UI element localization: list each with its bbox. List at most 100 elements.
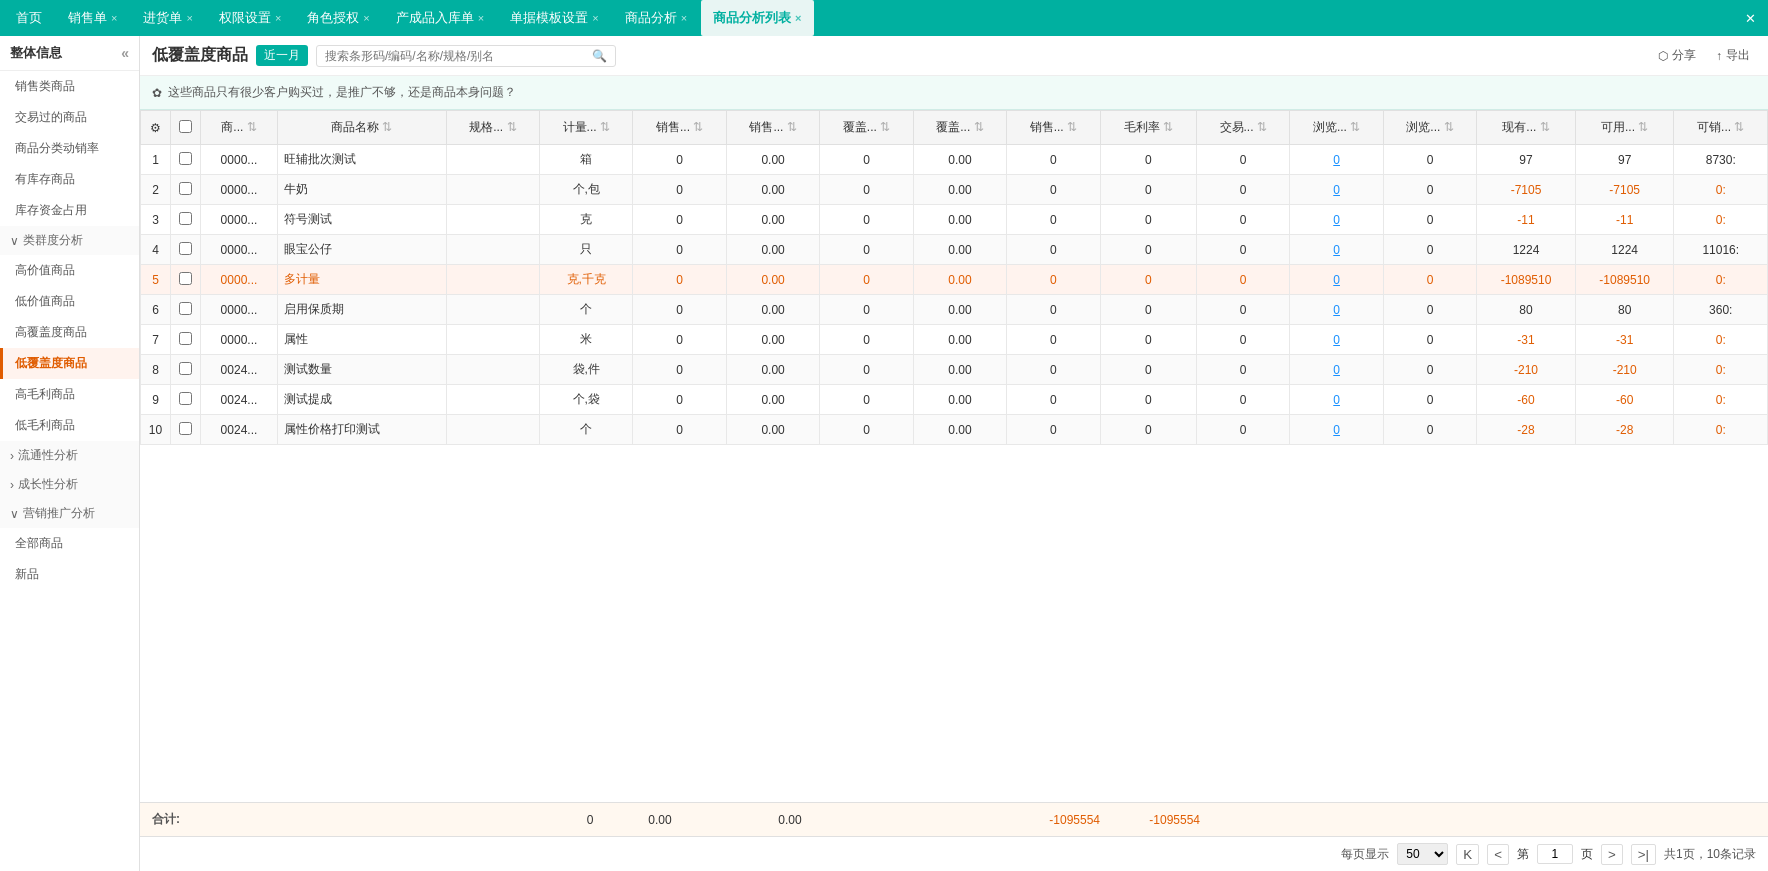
nav-goods-analysis-list[interactable]: 商品分析列表 × (701, 0, 813, 36)
sidebar-item-stocked-goods[interactable]: 有库存商品 (0, 164, 139, 195)
nav-goods-analysis-close[interactable]: × (681, 12, 687, 24)
row-checkbox[interactable] (171, 265, 201, 295)
sidebar-item-high-coverage[interactable]: 高覆盖度商品 (0, 317, 139, 348)
sidebar-item-low-margin[interactable]: 低毛利商品 (0, 410, 139, 441)
row-sales-qty: 0 (633, 355, 726, 385)
row-browse1[interactable]: 0 (1290, 385, 1383, 415)
top-nav: 首页 销售单 × 进货单 × 权限设置 × 角色授权 × 产成品入库单 × 单据… (0, 0, 1768, 36)
nav-roles-close[interactable]: × (363, 12, 369, 24)
sidebar-collapse-btn[interactable]: « (121, 45, 129, 61)
sidebar-item-sales-goods[interactable]: 销售类商品 (0, 71, 139, 102)
nav-production-close[interactable]: × (478, 12, 484, 24)
col-cov2[interactable]: 覆盖... ⇅ (913, 111, 1006, 145)
col-name[interactable]: 商品名称 ⇅ (277, 111, 446, 145)
sidebar-item-category-rate[interactable]: 商品分类动销率 (0, 133, 139, 164)
row-trade: 0 (1197, 235, 1290, 265)
table-container[interactable]: ⚙ 商... ⇅ 商品名称 ⇅ 规格... ⇅ 计量... ⇅ 销售... ⇅ … (140, 110, 1768, 802)
sidebar-section-cluster[interactable]: ∨ 类群度分析 (0, 226, 139, 255)
row-checkbox[interactable] (171, 295, 201, 325)
last-page-btn[interactable]: >| (1631, 844, 1656, 865)
row-browse1[interactable]: 0 (1290, 175, 1383, 205)
page-size-select[interactable]: 50 20 100 (1397, 843, 1448, 865)
row-trade: 0 (1197, 145, 1290, 175)
sidebar-item-all-goods[interactable]: 全部商品 (0, 528, 139, 559)
nav-home[interactable]: 首页 (4, 0, 54, 36)
close-all-tabs[interactable]: ✕ (1737, 11, 1764, 26)
col-browse1[interactable]: 浏览... ⇅ (1290, 111, 1383, 145)
col-sales-qty[interactable]: 销售... ⇅ (633, 111, 726, 145)
nav-goods-analysis[interactable]: 商品分析 × (613, 0, 699, 36)
row-checkbox[interactable] (171, 205, 201, 235)
nav-permissions-close[interactable]: × (275, 12, 281, 24)
prev-page-btn[interactable]: < (1487, 844, 1509, 865)
col-sales-amt[interactable]: 销售... ⇅ (726, 111, 819, 145)
sidebar-item-high-margin[interactable]: 高毛利商品 (0, 379, 139, 410)
row-checkbox[interactable] (171, 325, 201, 355)
row-checkbox[interactable] (171, 385, 201, 415)
nav-template[interactable]: 单据模板设置 × (498, 0, 610, 36)
row-browse1[interactable]: 0 (1290, 295, 1383, 325)
nav-purchase-close[interactable]: × (186, 12, 192, 24)
table-row: 4 0000... 眼宝公仔 只 0 0.00 0 0.00 0 0 0 0 0… (141, 235, 1768, 265)
sidebar-item-low-value[interactable]: 低价值商品 (0, 286, 139, 317)
row-checkbox[interactable] (171, 355, 201, 385)
col-browse2[interactable]: 浏览... ⇅ (1383, 111, 1476, 145)
row-browse1[interactable]: 0 (1290, 235, 1383, 265)
sidebar-item-traded-goods[interactable]: 交易过的商品 (0, 102, 139, 133)
row-checkbox[interactable] (171, 145, 201, 175)
row-no: 10 (141, 415, 171, 445)
nav-template-close[interactable]: × (592, 12, 598, 24)
col-settings[interactable]: ⚙ (141, 111, 171, 145)
nav-production[interactable]: 产成品入库单 × (384, 0, 496, 36)
row-checkbox[interactable] (171, 175, 201, 205)
col-current-stock[interactable]: 现有... ⇅ (1477, 111, 1576, 145)
export-btn[interactable]: ↑ 导出 (1710, 44, 1756, 67)
first-page-btn[interactable]: K (1456, 844, 1479, 865)
sidebar-item-high-value[interactable]: 高价值商品 (0, 255, 139, 286)
time-filter-btn[interactable]: 近一月 (256, 45, 308, 66)
sidebar-item-stock-capital[interactable]: 库存资金占用 (0, 195, 139, 226)
sidebar-section-circulation[interactable]: › 流通性分析 (0, 441, 139, 470)
row-checkbox[interactable] (171, 235, 201, 265)
nav-permissions[interactable]: 权限设置 × (207, 0, 293, 36)
nav-sales[interactable]: 销售单 × (56, 0, 129, 36)
col-sellable[interactable]: 可销... ⇅ (1674, 111, 1768, 145)
col-code[interactable]: 商... ⇅ (201, 111, 278, 145)
table-row: 6 0000... 启用保质期 个 0 0.00 0 0.00 0 0 0 0 … (141, 295, 1768, 325)
nav-goods-list-close[interactable]: × (795, 12, 801, 24)
col-checkbox[interactable] (171, 111, 201, 145)
col-spec[interactable]: 规格... ⇅ (446, 111, 539, 145)
row-browse1[interactable]: 0 (1290, 265, 1383, 295)
next-page-btn[interactable]: > (1601, 844, 1623, 865)
search-icon[interactable]: 🔍 (592, 49, 607, 63)
sidebar-section-marketing[interactable]: ∨ 营销推广分析 (0, 499, 139, 528)
row-sales-qty: 0 (633, 175, 726, 205)
row-browse1[interactable]: 0 (1290, 205, 1383, 235)
nav-purchase[interactable]: 进货单 × (131, 0, 204, 36)
select-all-checkbox[interactable] (179, 120, 192, 133)
col-trade[interactable]: 交易... ⇅ (1197, 111, 1290, 145)
sidebar-section-growth[interactable]: › 成长性分析 (0, 470, 139, 499)
row-sales-amt: 0.00 (726, 175, 819, 205)
sidebar-item-low-coverage[interactable]: 低覆盖度商品 (0, 348, 139, 379)
col-margin[interactable]: 毛利率 ⇅ (1100, 111, 1197, 145)
row-browse1[interactable]: 0 (1290, 415, 1383, 445)
col-cov1[interactable]: 覆盖... ⇅ (820, 111, 913, 145)
col-unit[interactable]: 计量... ⇅ (540, 111, 633, 145)
sidebar-item-new-goods[interactable]: 新品 (0, 559, 139, 590)
row-spec (446, 145, 539, 175)
row-cov1: 0 (820, 355, 913, 385)
share-btn[interactable]: ⬡ 分享 (1652, 44, 1702, 67)
nav-sales-close[interactable]: × (111, 12, 117, 24)
row-browse1[interactable]: 0 (1290, 355, 1383, 385)
row-unit: 个 (540, 295, 633, 325)
page-number-input[interactable] (1537, 844, 1573, 864)
search-input[interactable] (325, 49, 588, 63)
row-code: 0000... (201, 175, 278, 205)
row-browse1[interactable]: 0 (1290, 145, 1383, 175)
col-sales3[interactable]: 销售... ⇅ (1007, 111, 1100, 145)
nav-roles[interactable]: 角色授权 × (295, 0, 381, 36)
row-checkbox[interactable] (171, 415, 201, 445)
col-available[interactable]: 可用... ⇅ (1575, 111, 1674, 145)
row-browse1[interactable]: 0 (1290, 325, 1383, 355)
